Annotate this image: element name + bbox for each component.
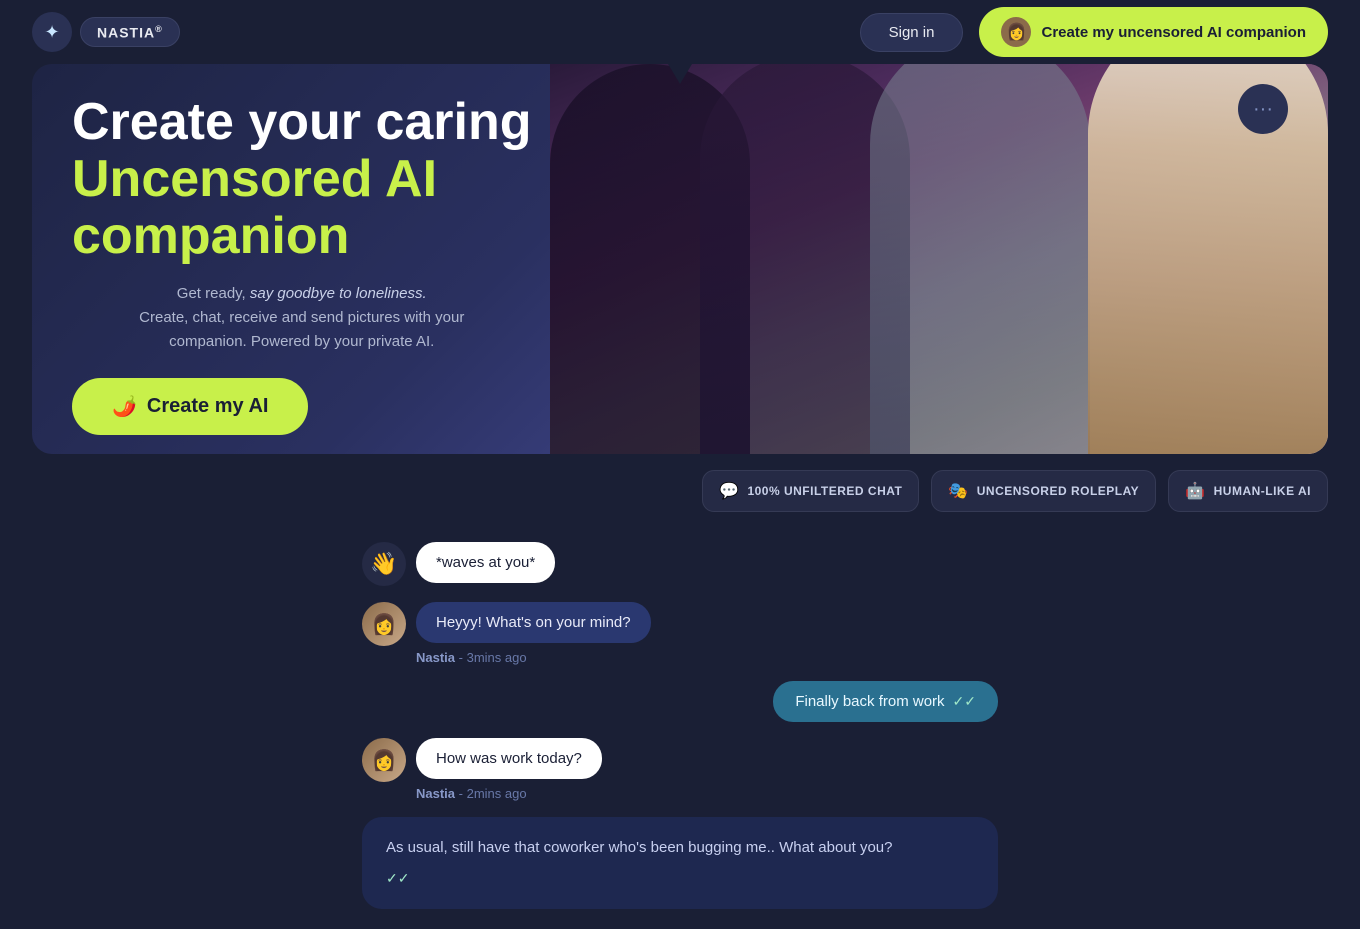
chat-bubble-user1: Finally back from work ✓✓: [773, 681, 998, 722]
chat-section: 👋 *waves at you* 👩 Heyyy! What's on your…: [330, 512, 1030, 929]
hero-subtitle: Get ready, say goodbye to loneliness. Cr…: [72, 282, 532, 354]
hero-title-line2: Uncensored AI: [72, 151, 532, 208]
create-ai-button[interactable]: 🌶️ Create my AI: [72, 378, 308, 435]
nastia-avatar-1: 👩: [362, 602, 406, 646]
chat-bubble-wave: *waves at you*: [416, 542, 555, 583]
nav-right: Sign in 👩 Create my uncensored AI compan…: [860, 7, 1328, 57]
features-row: 💬 100% UNFILTERED CHAT 🎭 UNCENSORED ROLE…: [0, 454, 1360, 512]
chat-row-2: 👩 Heyyy! What's on your mind? Nastia - 3…: [362, 602, 998, 665]
roleplay-icon: 🎭: [948, 481, 968, 501]
feature-humanlike: 🤖 HUMAN-LIKE AI: [1168, 470, 1328, 512]
hero-title-line3: companion: [72, 208, 532, 265]
chat-meta-1: Nastia - 3mins ago: [362, 650, 998, 665]
chat-message-nastia-1: 👩 Heyyy! What's on your mind?: [362, 602, 998, 646]
read-receipt-1: ✓✓: [953, 693, 976, 710]
hero-section: Create your caring Uncensored AI compani…: [32, 64, 1328, 454]
hero-images: [550, 64, 1328, 454]
chat-bubble-long: As usual, still have that coworker who's…: [362, 817, 998, 909]
logo-icon: ✦: [32, 12, 72, 52]
chat-row-3: Finally back from work ✓✓: [362, 681, 998, 722]
chat-bubble-reply1: Heyyy! What's on your mind?: [416, 602, 651, 643]
sign-in-button[interactable]: Sign in: [860, 13, 964, 52]
navbar: ✦ NASTIA® Sign in 👩 Create my uncensored…: [0, 0, 1360, 64]
chat-row-1: 👋 *waves at you*: [362, 542, 998, 586]
read-receipt-2: ✓✓: [386, 868, 974, 889]
hero-bg: [550, 64, 1328, 454]
feature-unfiltered: 💬 100% UNFILTERED CHAT: [702, 470, 919, 512]
hero-content: Create your caring Uncensored AI compani…: [72, 94, 532, 435]
robot-icon: 🤖: [1185, 481, 1205, 501]
chat-message-nastia-2: 👩 How was work today?: [362, 738, 998, 782]
chili-icon: 🌶️: [112, 394, 137, 419]
chat-meta-2: Nastia - 2mins ago: [362, 786, 998, 801]
wave-icon: 👋: [362, 542, 406, 586]
chat-bubble-icon: 💬: [719, 481, 739, 501]
cta-nav-button[interactable]: 👩 Create my uncensored AI companion: [979, 7, 1328, 57]
hero-title-line1: Create your caring: [72, 94, 532, 151]
logo-badge: NASTIA®: [80, 17, 180, 48]
avatar: 👩: [1001, 17, 1031, 47]
logo[interactable]: ✦ NASTIA®: [32, 12, 180, 52]
nastia-avatar-2: 👩: [362, 738, 406, 782]
chat-row-4: 👩 How was work today? Nastia - 2mins ago: [362, 738, 998, 801]
feature-roleplay: 🎭 UNCENSORED ROLEPLAY: [931, 470, 1156, 512]
chat-bubble-reply2: How was work today?: [416, 738, 602, 779]
hero-chat-bubble: ···: [1238, 84, 1288, 134]
v-decoration: [650, 64, 710, 84]
